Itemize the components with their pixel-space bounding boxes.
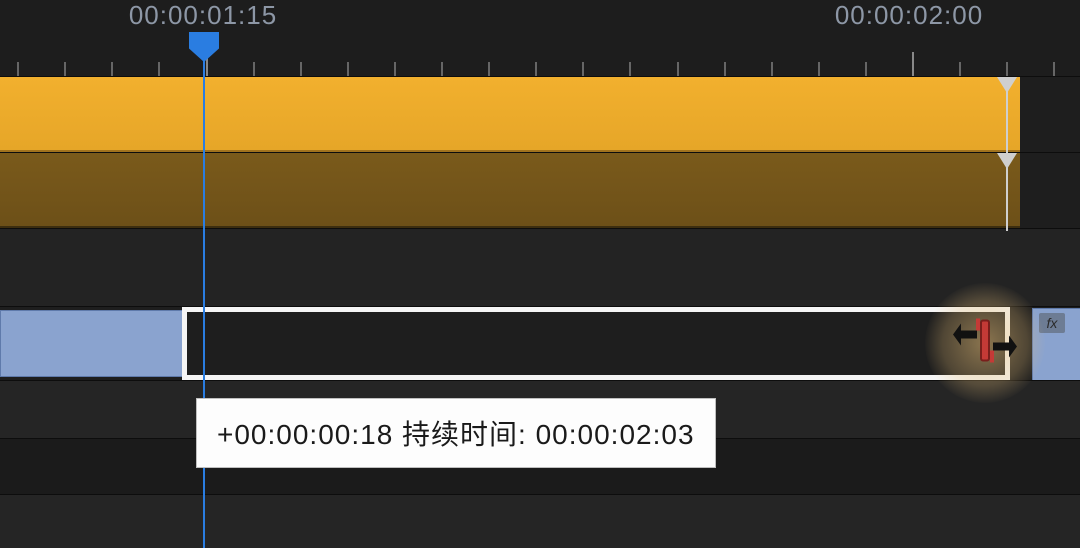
- ruler-tick-minor: [771, 62, 773, 76]
- ruler-tick-minor: [865, 62, 867, 76]
- ruler-tick-minor: [535, 62, 537, 76]
- clip-video-next[interactable]: fx: [1032, 308, 1080, 382]
- tooltip-text: +00:00:00:18 持续时间: 00:00:02:03: [217, 419, 695, 450]
- track-row-2[interactable]: 他: [0, 152, 1080, 228]
- clip-caption-1[interactable]: [0, 77, 1020, 152]
- ruler-tick-minor: [629, 62, 631, 76]
- ruler-tick-minor: [488, 62, 490, 76]
- track-row-gap: [0, 228, 1080, 306]
- ruler-tick-minor: [1006, 62, 1008, 76]
- ruler-tick-minor: [959, 62, 961, 76]
- ruler-time-label: 00:00:02:00: [835, 0, 983, 31]
- selected-clip-group[interactable]: [0, 307, 1010, 380]
- track-row-1[interactable]: he: [0, 76, 1080, 152]
- timeline[interactable]: 00:00:01:15 00:00:02:00 he 他: [0, 0, 1080, 548]
- ripple-trim-cursor-icon: [953, 315, 1017, 372]
- trim-tooltip: +00:00:00:18 持续时间: 00:00:02:03: [196, 398, 716, 468]
- ruler-tick-minor: [111, 62, 113, 76]
- ruler-tick-minor: [677, 62, 679, 76]
- ruler-tick-minor: [64, 62, 66, 76]
- ruler-tick-minor: [1053, 62, 1055, 76]
- track-row-video[interactable]: fx: [0, 306, 1080, 380]
- track-row-6[interactable]: [0, 494, 1080, 548]
- ruler-tick-minor: [17, 62, 19, 76]
- ruler-tick-minor: [582, 62, 584, 76]
- clip-caption-2[interactable]: [0, 153, 1020, 228]
- tracks-area[interactable]: he 他 fx: [0, 76, 1080, 548]
- ruler-tick-minor: [724, 62, 726, 76]
- ruler-tick-minor: [394, 62, 396, 76]
- ruler-tick-minor: [818, 62, 820, 76]
- ruler-tick-minor: [253, 62, 255, 76]
- ruler-tick-minor: [441, 62, 443, 76]
- ruler-tick-minor: [300, 62, 302, 76]
- playhead[interactable]: [203, 32, 205, 548]
- time-ruler[interactable]: 00:00:01:15 00:00:02:00: [0, 0, 1080, 76]
- fx-badge[interactable]: fx: [1039, 313, 1065, 333]
- trim-selection-outline[interactable]: [182, 307, 1010, 380]
- ruler-tick-minor: [158, 62, 160, 76]
- ruler-time-label: 00:00:01:15: [129, 0, 277, 31]
- clip-video-left[interactable]: [0, 310, 184, 377]
- ruler-tick-major: [912, 52, 914, 76]
- ruler-tick-minor: [347, 62, 349, 76]
